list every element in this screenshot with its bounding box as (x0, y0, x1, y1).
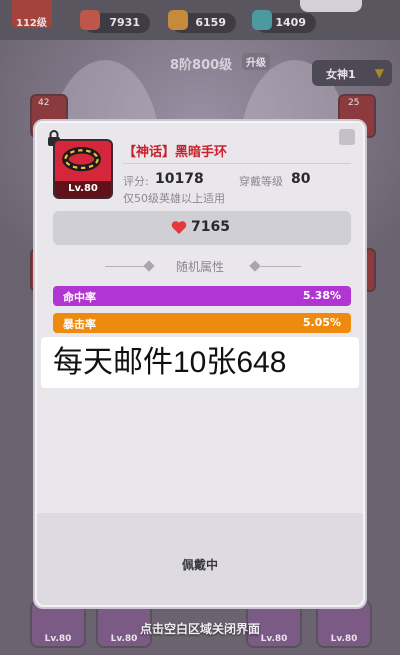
item-name: 【神话】黑暗手环 (123, 145, 228, 160)
random-attrs-title: 随机属性 (175, 260, 224, 274)
item-level-label: Lv.80 (55, 181, 111, 197)
wood-icon (168, 10, 188, 30)
wear-level-label: 穿戴等级 (239, 175, 283, 188)
wear-level-value: 80 (291, 171, 311, 187)
upgrade-button[interactable]: 升级 (242, 53, 270, 70)
overlay-caption: 每天邮件10张648 (41, 337, 359, 388)
stat-name: 暴击率 (63, 318, 96, 331)
heart-icon (171, 221, 187, 234)
top-resource-bar: 112级 7931 6159 1409 (0, 0, 400, 40)
stat-value: 5.38% (302, 289, 341, 302)
meat-icon (80, 10, 100, 30)
crystal-icon (252, 10, 272, 30)
player-level: 112级 (16, 18, 47, 29)
score-value: 10178 (155, 171, 204, 187)
hp-stat-bar: 7165 (53, 211, 351, 245)
equipped-status: 佩戴中 (181, 558, 218, 572)
item-icon-frame: Lv.80 (53, 139, 113, 199)
stage-level-label: 8阶800级 (170, 58, 233, 73)
restriction-text: 仅50级英雄以上适用 (123, 192, 225, 205)
stat-row-crit-rate: 暴击率 5.05% (53, 313, 351, 333)
goddess-selector[interactable]: 女神1 ▼ (312, 60, 392, 86)
stat-value: 5.05% (302, 316, 341, 329)
score-label: 评分: (123, 175, 149, 188)
top-menu-button[interactable] (300, 0, 362, 12)
close-hint[interactable]: 点击空白区域关闭界面 (0, 620, 400, 637)
stat-row-hit-rate: 命中率 5.38% (53, 286, 351, 306)
section-divider-right (261, 266, 301, 267)
panel-corner-icon (339, 129, 355, 145)
dropdown-arrow-icon: ▼ (374, 66, 384, 80)
goddess-selector-label: 女神1 (326, 68, 356, 81)
hp-value: 7165 (191, 219, 230, 235)
stat-name: 命中率 (63, 291, 96, 304)
title-divider (123, 163, 351, 164)
